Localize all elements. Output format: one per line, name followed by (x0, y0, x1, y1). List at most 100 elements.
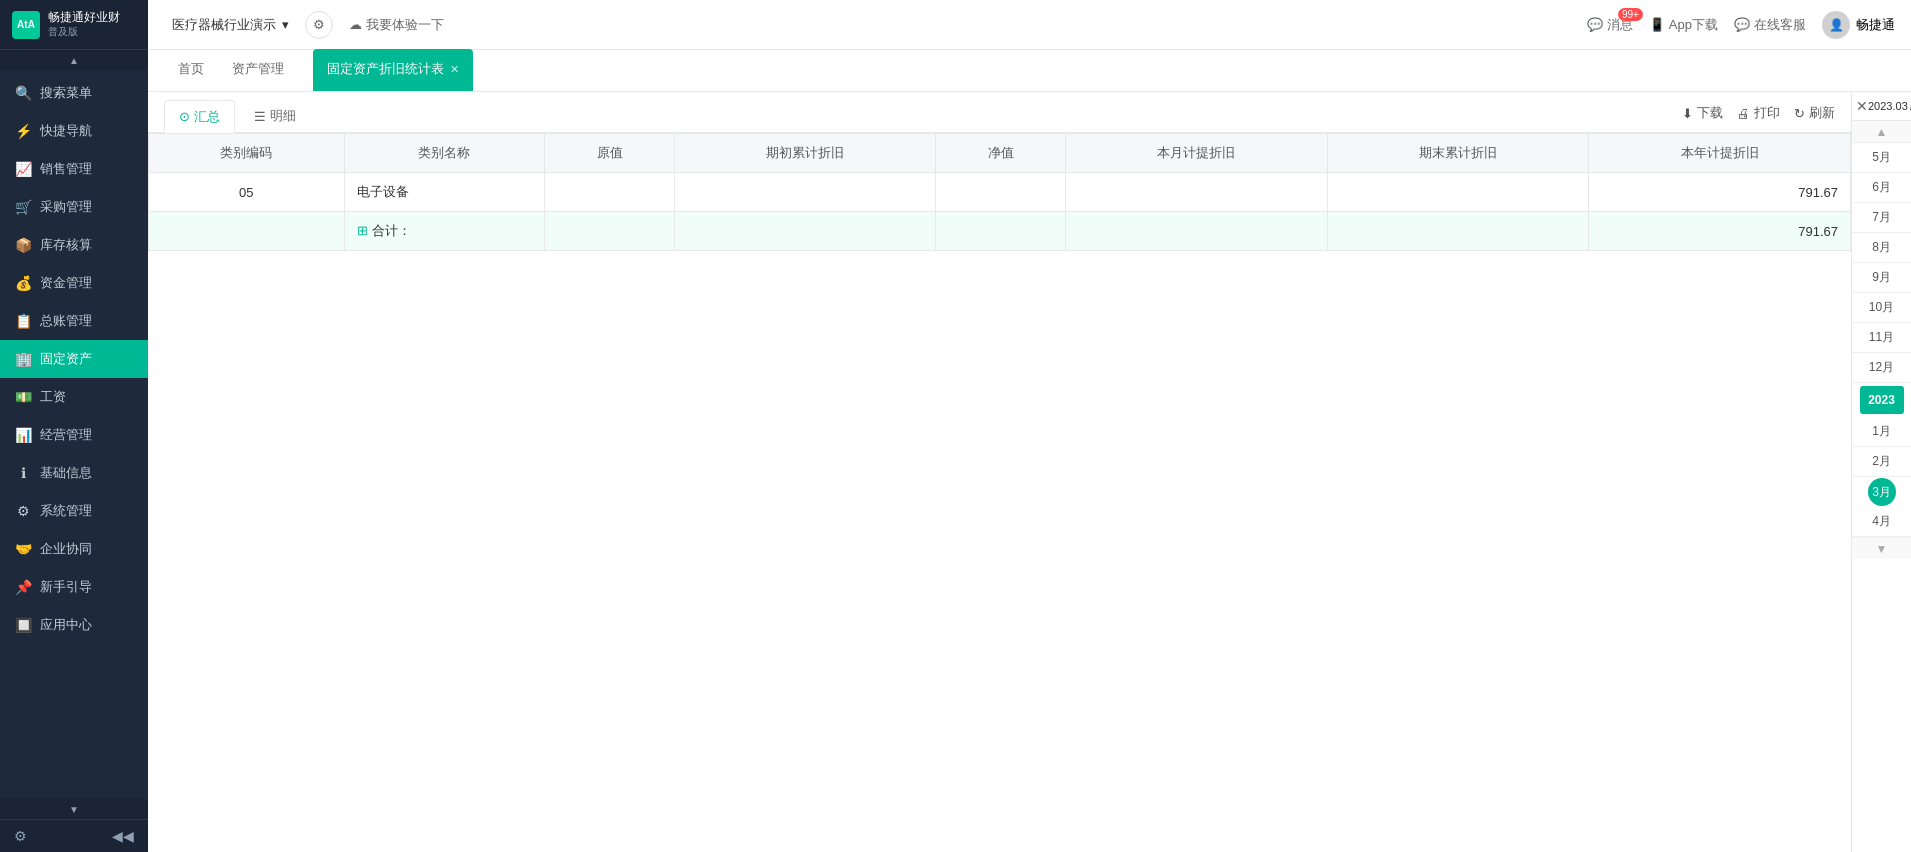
date-month-11月[interactable]: 11月 (1852, 323, 1911, 353)
col-header-本月计提折旧: 本月计提折旧 (1066, 134, 1328, 173)
user-avatar: 👤 (1822, 11, 1850, 39)
sidebar-item-quick-nav[interactable]: ⚡ 快捷导航 (0, 112, 148, 150)
topbar: 医疗器械行业演示 ▾ ⚙ ☁ 我要体验一下 💬 消息 99+ 📱 App下载 💬… (148, 0, 1911, 50)
cell-3 (674, 173, 936, 212)
total-cell-3 (674, 212, 936, 251)
sidebar-item-purchase[interactable]: 🛒采购管理 (0, 188, 148, 226)
sidebar-item-sys-manage[interactable]: ⚙系统管理 (0, 492, 148, 530)
sidebar-item-new-guide[interactable]: 📌新手引导 (0, 568, 148, 606)
date-month-6月[interactable]: 6月 (1852, 173, 1911, 203)
sidebar-nav: 🔍搜索菜单 ⚡ 快捷导航 📈销售管理🛒采购管理📦库存核算 💰 资金管理 📋 总账管理 🏢固定资产… (0, 70, 148, 799)
sidebar-item-app-center[interactable]: 🔲应用中心 (0, 606, 148, 644)
report-area: ⊙汇总☰明细 ⬇ 下载 🖨 打印 ↻ 刷新 (148, 92, 1851, 852)
date-scroll-up-btn[interactable]: ▲ (1852, 121, 1911, 143)
cell-5 (1066, 173, 1328, 212)
date-year-tag[interactable]: 2023 (1860, 386, 1904, 414)
total-cell-7: 791.67 (1589, 212, 1851, 251)
sidebar-label-quick-nav: 快捷导航 (40, 122, 92, 140)
sub-tab-detail[interactable]: ☰明细 (239, 100, 311, 132)
tab-home[interactable]: 首页 (164, 49, 218, 91)
tab-label-fixed-asset-depreciation: 固定资产折旧统计表 (327, 60, 444, 78)
date-month-1月[interactable]: 1月 (1852, 417, 1911, 447)
sub-tab-icon-summary: ⊙ (179, 109, 190, 124)
sidebar-scroll-up[interactable]: ▲ (0, 50, 148, 70)
sidebar-icon-app-center: 🔲 (14, 616, 32, 634)
date-month-3月[interactable]: 3月 (1868, 478, 1896, 506)
sub-tabs: ⊙汇总☰明细 ⬇ 下载 🖨 打印 ↻ 刷新 (148, 92, 1851, 133)
company-name: 医疗器械行业演示 (172, 16, 276, 34)
sidebar-item-inventory[interactable]: 📦库存核算 (0, 226, 148, 264)
sidebar-settings-icon[interactable]: ⚙ (14, 828, 27, 844)
company-selector[interactable]: 医疗器械行业演示 ▾ (164, 12, 297, 38)
tab-fixed-asset-depreciation[interactable]: 固定资产折旧统计表 ✕ (313, 49, 473, 91)
sidebar-label-finance: 资金管理 (40, 274, 92, 292)
col-header-本年计提折旧: 本年计提折旧 (1589, 134, 1851, 173)
sidebar-scroll-down[interactable]: ▼ (0, 799, 148, 819)
sidebar-icon-enterprise-collab: 🤝 (14, 540, 32, 558)
tab-close-fixed-asset-depreciation[interactable]: ✕ (450, 63, 459, 76)
sub-tab-summary[interactable]: ⊙汇总 (164, 100, 235, 133)
cell-1: 电子设备 (344, 173, 545, 212)
sidebar-icon-search: 🔍 (14, 84, 32, 102)
refresh-btn[interactable]: ↻ 刷新 (1794, 104, 1835, 122)
table-wrapper: 类别编码类别名称原值期初累计折旧净值本月计提折旧期末累计折旧本年计提折旧 05电… (148, 133, 1851, 852)
sidebar-item-fixed-assets[interactable]: 🏢固定资产 (0, 340, 148, 378)
date-month-12月[interactable]: 12月 (1852, 353, 1911, 383)
sub-tabs-right: ⬇ 下载 🖨 打印 ↻ 刷新 (1682, 104, 1835, 128)
tab-close-asset-manage[interactable]: ✕ (290, 63, 299, 76)
date-panel-close-btn[interactable]: ✕ (1856, 98, 1868, 114)
user-name: 畅捷通 (1856, 16, 1895, 34)
date-month-9月[interactable]: 9月 (1852, 263, 1911, 293)
sidebar-label-inventory: 库存核算 (40, 236, 92, 254)
sidebar-item-finance[interactable]: 💰 资金管理 (0, 264, 148, 302)
sidebar-item-search[interactable]: 🔍搜索菜单 (0, 74, 148, 112)
sidebar-collapse-icon[interactable]: ◀◀ (112, 828, 134, 844)
sidebar-item-basic-info[interactable]: ℹ基础信息 (0, 454, 148, 492)
experience-btn[interactable]: ☁ 我要体验一下 (341, 12, 452, 38)
app-download-btn[interactable]: 📱 App下载 (1649, 16, 1718, 34)
sidebar-label-enterprise-collab: 企业协同 (40, 540, 92, 558)
date-month-8月[interactable]: 8月 (1852, 233, 1911, 263)
sidebar-label-new-guide: 新手引导 (40, 578, 92, 596)
download-btn[interactable]: ⬇ 下载 (1682, 104, 1723, 122)
print-btn[interactable]: 🖨 打印 (1737, 104, 1780, 122)
sidebar-label-payroll: 工资 (40, 388, 66, 406)
date-month-2月[interactable]: 2月 (1852, 447, 1911, 477)
cell-7: 791.67 (1589, 173, 1851, 212)
date-month-5月[interactable]: 5月 (1852, 143, 1911, 173)
sidebar-bottom: ⚙ ◀◀ (0, 819, 148, 852)
sidebar-item-ledger[interactable]: 📋 总账管理 (0, 302, 148, 340)
sidebar-item-operations[interactable]: 📊经营管理 (0, 416, 148, 454)
message-badge: 99+ (1618, 8, 1643, 21)
company-settings-btn[interactable]: ⚙ (305, 11, 333, 39)
date-scroll-down-btn[interactable]: ▼ (1852, 537, 1911, 559)
date-month-4月[interactable]: 4月 (1852, 507, 1911, 537)
sidebar-item-sales[interactable]: 📈销售管理 (0, 150, 148, 188)
col-header-类别名称: 类别名称 (344, 134, 545, 173)
sidebar-icon-quick-nav: ⚡ (14, 122, 32, 140)
sidebar-label-ledger: 总账管理 (40, 312, 92, 330)
sidebar-item-enterprise-collab[interactable]: 🤝 企业协同 (0, 530, 148, 568)
date-panel-year-header: 2023.03 (1868, 100, 1908, 112)
cell-2 (545, 173, 675, 212)
sidebar-icon-ledger: 📋 (14, 312, 32, 330)
date-month-7月[interactable]: 7月 (1852, 203, 1911, 233)
sidebar-icon-basic-info: ℹ (14, 464, 32, 482)
date-month-10月[interactable]: 10月 (1852, 293, 1911, 323)
sidebar-item-payroll[interactable]: 💵工资 (0, 378, 148, 416)
expand-icon[interactable]: ⊞ (357, 223, 368, 238)
sidebar-icon-finance: 💰 (14, 274, 32, 292)
sub-tabs-left: ⊙汇总☰明细 (164, 100, 311, 132)
tab-asset-manage[interactable]: 资产管理✕ (218, 49, 313, 91)
download-label: 下载 (1697, 104, 1723, 122)
topbar-left: 医疗器械行业演示 ▾ ⚙ ☁ 我要体验一下 (164, 11, 452, 39)
online-service-btn[interactable]: 💬 在线客服 (1734, 16, 1806, 34)
online-service-label: 在线客服 (1754, 16, 1806, 34)
message-btn[interactable]: 💬 消息 99+ (1587, 16, 1633, 34)
logo-icon: AtA (12, 11, 40, 39)
sub-tab-label-detail: 明细 (270, 107, 296, 125)
app-version: 普及版 (48, 25, 120, 39)
user-area[interactable]: 👤 畅捷通 (1822, 11, 1895, 39)
page-body: ⊙汇总☰明细 ⬇ 下载 🖨 打印 ↻ 刷新 (148, 92, 1911, 852)
sidebar-label-fixed-assets: 固定资产 (40, 350, 92, 368)
